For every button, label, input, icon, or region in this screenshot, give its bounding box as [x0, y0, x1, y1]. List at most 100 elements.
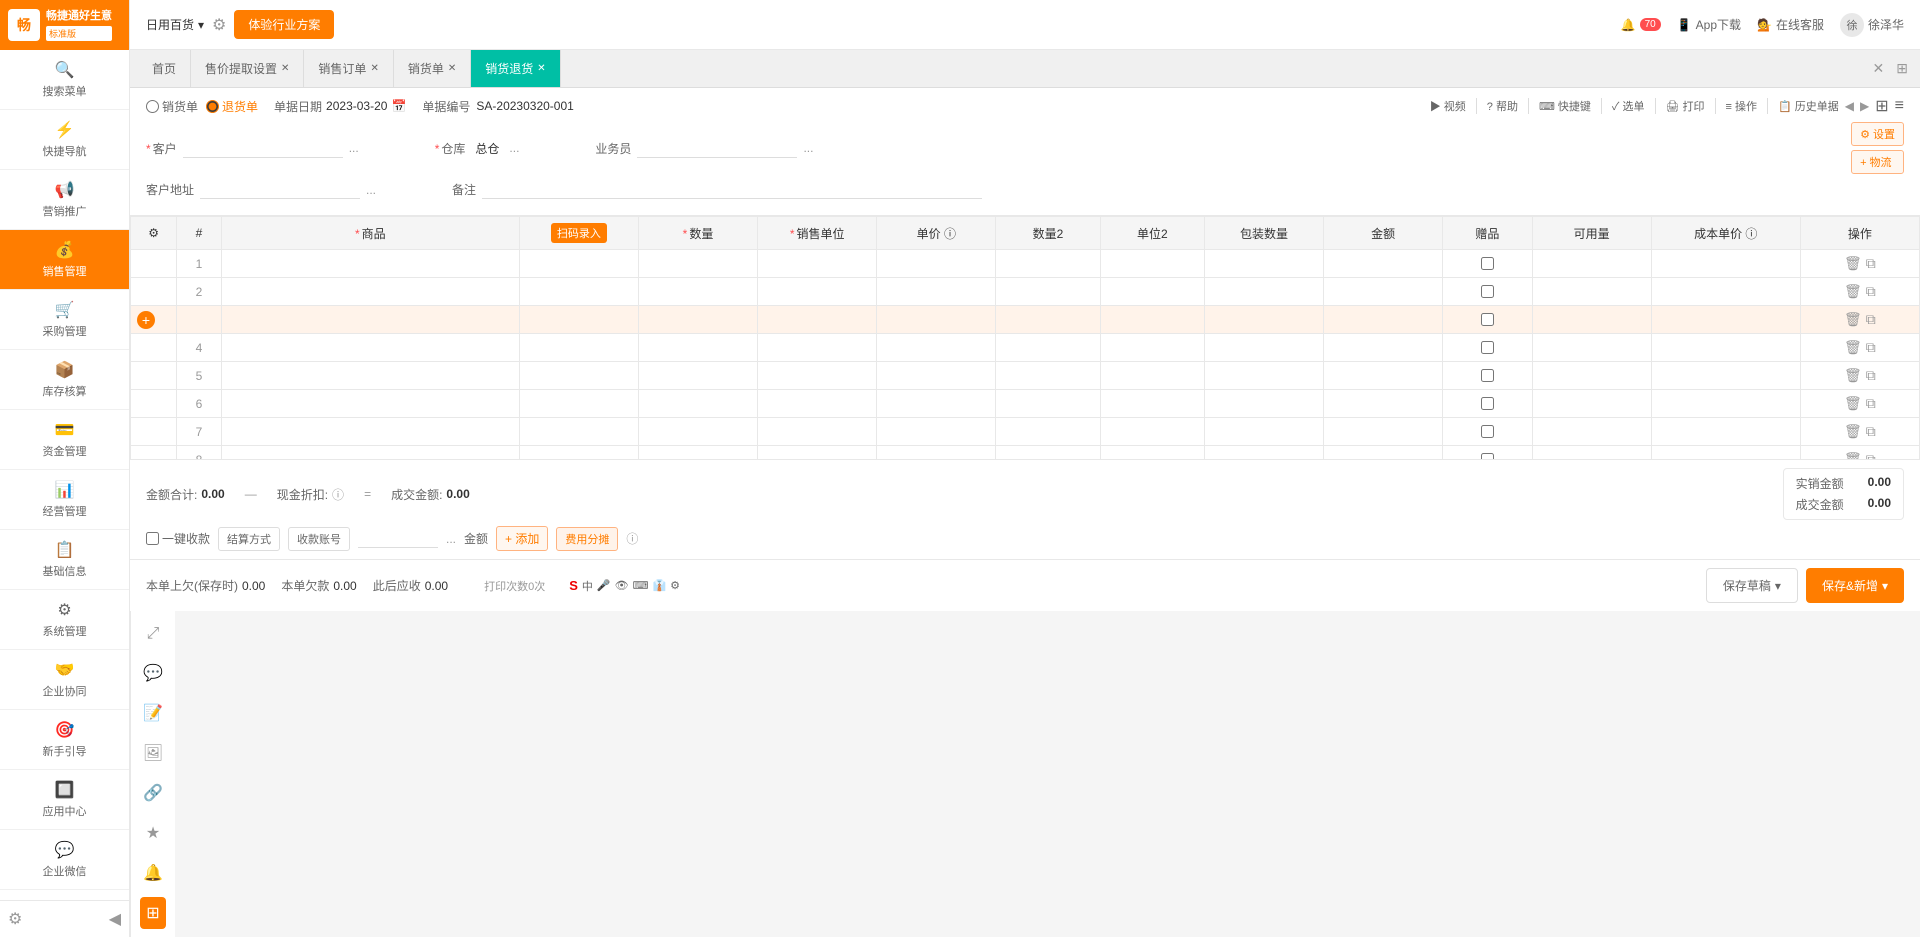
sidebar-item-operation[interactable]: 📊 经营管理	[0, 470, 129, 530]
radio-return[interactable]: 退货单	[206, 98, 258, 115]
row-2-amount[interactable]	[1324, 278, 1443, 306]
staff-dots[interactable]: ...	[803, 141, 813, 155]
sidebar-item-member[interactable]: 👑 畅会员	[0, 890, 129, 900]
row-3-amount[interactable]	[1324, 306, 1443, 334]
calendar-icon[interactable]: 📅	[391, 99, 406, 113]
row-2-product[interactable]	[221, 278, 519, 306]
right-panel-note[interactable]: 📝	[137, 697, 169, 729]
sidebar-item-search[interactable]: 🔍 搜索菜单	[0, 50, 129, 110]
radio-sales-input[interactable]	[146, 100, 159, 113]
list-view-icon[interactable]: ≡	[1895, 97, 1904, 115]
cash-discount-info-icon[interactable]: ⓘ	[332, 486, 344, 503]
right-panel-bell[interactable]: 🔔	[137, 857, 169, 889]
staff-input[interactable]	[637, 139, 797, 158]
sidebar-item-shortcut[interactable]: ⚡ 快捷导航	[0, 110, 129, 170]
row-3-unit[interactable]	[758, 306, 877, 334]
r7-gift-cb[interactable]	[1481, 425, 1494, 438]
r4-del[interactable]: 🗑	[1844, 339, 1862, 356]
row-3-available[interactable]	[1532, 306, 1651, 334]
add-payment-btn[interactable]: + 添加	[496, 526, 548, 551]
tab-sales-return-close[interactable]: ✕	[537, 63, 545, 74]
sidebar-item-wechat[interactable]: 💬 企业微信	[0, 830, 129, 890]
right-panel-active[interactable]: ⊞	[140, 897, 165, 929]
r5-copy[interactable]: ⧉	[1866, 367, 1876, 384]
r8-copy[interactable]: ⧉	[1866, 451, 1876, 459]
row-3-pack[interactable]	[1204, 306, 1323, 334]
tab-price-settings[interactable]: 售价提取设置 ✕	[191, 50, 304, 87]
tab-sales-delivery[interactable]: 销货单 ✕	[394, 50, 471, 87]
row-2-qty2[interactable]	[996, 278, 1100, 306]
tab-sales-return[interactable]: 销货退货 ✕	[471, 50, 560, 87]
row-3-gift-cb[interactable]	[1481, 313, 1494, 326]
r5-p[interactable]	[221, 362, 519, 390]
notification-item[interactable]: 🔔 70	[1621, 18, 1661, 32]
address-input[interactable]	[200, 180, 360, 199]
remark-input[interactable]	[482, 180, 982, 199]
category-select[interactable]: 日用百货 ▾	[146, 16, 204, 33]
row-2-unit[interactable]	[758, 278, 877, 306]
sidebar-item-basic[interactable]: 📋 基础信息	[0, 530, 129, 590]
fee-split-btn[interactable]: 费用分摊	[556, 527, 618, 551]
row-1-available[interactable]	[1532, 250, 1651, 278]
settlement-btn[interactable]: 结算方式	[218, 527, 280, 551]
table-view-icon[interactable]: ⊞	[1875, 96, 1888, 116]
account-dots[interactable]: ...	[446, 532, 456, 546]
history-prev-icon[interactable]: ◀	[1845, 99, 1854, 113]
right-panel-chat[interactable]: 💬	[137, 657, 169, 689]
tab-price-settings-close[interactable]: ✕	[281, 63, 289, 74]
row-2-copy-icon[interactable]: ⧉	[1866, 283, 1876, 300]
row-2-unit2[interactable]	[1100, 278, 1204, 306]
help-action[interactable]: ? 帮助	[1487, 98, 1518, 114]
scan-btn[interactable]: 扫码录入	[551, 223, 607, 243]
customer-dots[interactable]: ...	[349, 141, 359, 155]
operations-action[interactable]: ≡ 操作	[1726, 98, 1757, 114]
shortcut-action[interactable]: ⌨ 快捷键	[1539, 98, 1591, 114]
sidebar-item-apps[interactable]: 🔲 应用中心	[0, 770, 129, 830]
row-3-qty[interactable]	[638, 306, 757, 334]
radio-return-input[interactable]	[206, 100, 219, 113]
tab-home[interactable]: 首页	[138, 50, 191, 87]
sidebar-item-guide[interactable]: 🎯 新手引导	[0, 710, 129, 770]
row-1-amount[interactable]	[1324, 250, 1443, 278]
r4-u[interactable]	[758, 334, 877, 362]
right-panel-image[interactable]: 🖼	[137, 737, 169, 769]
right-panel-expand[interactable]: ⤢	[141, 619, 166, 649]
row-3-qty2[interactable]	[996, 306, 1100, 334]
sidebar-settings-btn[interactable]: ⚙	[8, 909, 22, 929]
row-1-unit[interactable]	[758, 250, 877, 278]
tabs-menu-btn[interactable]: ⊞	[1892, 56, 1912, 81]
tab-sales-order[interactable]: 销售订单 ✕	[304, 50, 393, 87]
fee-info-icon[interactable]: ⓘ	[626, 530, 638, 547]
sidebar-item-finance[interactable]: 💳 资金管理	[0, 410, 129, 470]
save-new-btn[interactable]: 保存&新增 ▾	[1806, 568, 1904, 603]
warehouse-dots[interactable]: ...	[509, 141, 519, 155]
r5-del[interactable]: 🗑	[1844, 367, 1862, 384]
row-3-price[interactable]	[877, 306, 996, 334]
r7-copy[interactable]: ⧉	[1866, 423, 1876, 440]
r5-gift-cb[interactable]	[1481, 369, 1494, 382]
one-key-payment-checkbox[interactable]	[146, 532, 159, 545]
sidebar-item-inventory[interactable]: 📦 库存核算	[0, 350, 129, 410]
customer-input[interactable]	[183, 139, 343, 158]
right-panel-star[interactable]: ★	[140, 817, 166, 849]
tabs-close-all-btn[interactable]: ✕	[1869, 56, 1889, 81]
row-1-qty[interactable]	[638, 250, 757, 278]
r4-p[interactable]	[221, 334, 519, 362]
sidebar-item-purchase[interactable]: 🛒 采购管理	[0, 290, 129, 350]
row-3-unit2[interactable]	[1100, 306, 1204, 334]
row-1-price[interactable]	[877, 250, 996, 278]
sidebar-item-system[interactable]: ⚙ 系统管理	[0, 590, 129, 650]
row-1-unit2[interactable]	[1100, 250, 1204, 278]
r6-gift-cb[interactable]	[1481, 397, 1494, 410]
row-2-cost[interactable]	[1651, 278, 1800, 306]
online-service-item[interactable]: 💁 在线客服	[1757, 16, 1824, 33]
row-2-available[interactable]	[1532, 278, 1651, 306]
row-1-qty2[interactable]	[996, 250, 1100, 278]
row-2-qty[interactable]	[638, 278, 757, 306]
row-1-product[interactable]	[221, 250, 519, 278]
r4-q[interactable]	[638, 334, 757, 362]
row-3-product-input[interactable]	[228, 313, 513, 327]
row-2-delete-icon[interactable]: 🗑	[1844, 283, 1862, 300]
r4-gift-cb[interactable]	[1481, 341, 1494, 354]
print-action[interactable]: 🖨 打印	[1666, 98, 1705, 114]
